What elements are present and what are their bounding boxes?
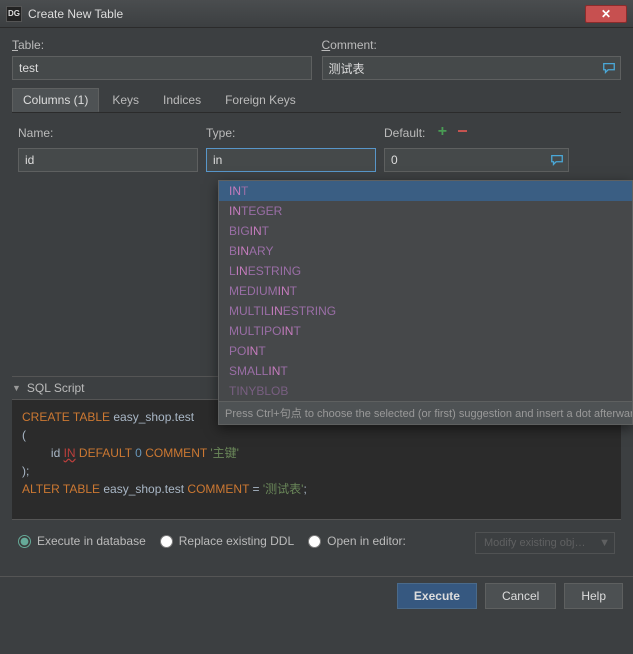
radio-open-editor[interactable]: Open in editor: <box>308 534 406 548</box>
col-default-header: Default: <box>384 126 425 140</box>
window-title: Create New Table <box>28 7 585 21</box>
ac-item[interactable]: SMALLINT <box>219 361 632 381</box>
col-name-header: Name: <box>18 126 198 140</box>
ac-item[interactable]: BIGINT <box>219 221 632 241</box>
ac-hint: Press Ctrl+句点 to choose the selected (or… <box>219 401 632 424</box>
radio-replace-ddl[interactable]: Replace existing DDL <box>160 534 294 548</box>
table-name-input[interactable] <box>12 56 312 80</box>
col-type-header: Type: <box>206 126 376 140</box>
default-bubble-icon[interactable] <box>548 151 566 169</box>
help-button[interactable]: Help <box>564 583 623 609</box>
collapse-triangle-icon: ▼ <box>12 383 21 393</box>
ac-item[interactable]: POINT <box>219 341 632 361</box>
ac-item[interactable]: MEDIUMINT <box>219 281 632 301</box>
tabstrip: Columns (1) Keys Indices Foreign Keys <box>12 88 621 113</box>
titlebar: DG Create New Table ✕ <box>0 0 633 28</box>
tab-foreign-keys[interactable]: Foreign Keys <box>214 88 307 112</box>
sql-script-label: SQL Script <box>27 381 85 395</box>
col-default-input[interactable] <box>384 148 569 172</box>
ac-item[interactable]: BINARY <box>219 241 632 261</box>
remove-column-button[interactable]: − <box>453 121 471 142</box>
execute-button[interactable]: Execute <box>397 583 477 609</box>
tab-keys[interactable]: Keys <box>101 88 150 112</box>
ac-item[interactable]: INTEGER <box>219 201 632 221</box>
tab-columns[interactable]: Columns (1) <box>12 88 99 112</box>
autocomplete-popup: INT INTEGER BIGINT BINARY LINESTRING MED… <box>218 180 633 425</box>
comment-input[interactable] <box>322 56 622 80</box>
add-column-button[interactable]: + <box>433 123 451 141</box>
ac-item[interactable]: MULTILINESTRING <box>219 301 632 321</box>
table-label: Table: <box>12 38 312 52</box>
comment-label: Comment: <box>322 38 622 52</box>
tab-indices[interactable]: Indices <box>152 88 212 112</box>
chevron-down-icon: ▼ <box>599 537 610 549</box>
close-button[interactable]: ✕ <box>585 5 627 23</box>
app-logo: DG <box>6 6 22 22</box>
radio-execute-db[interactable]: Execute in database <box>18 534 146 548</box>
col-type-input[interactable] <box>206 148 376 172</box>
ac-item[interactable]: INT <box>219 181 632 201</box>
ac-item[interactable]: LINESTRING <box>219 261 632 281</box>
comment-bubble-icon[interactable] <box>600 59 618 77</box>
modify-existing-select[interactable]: Modify existing obj… ▼ <box>475 532 615 554</box>
col-name-input[interactable] <box>18 148 198 172</box>
ac-item[interactable]: MULTIPOINT <box>219 321 632 341</box>
cancel-button[interactable]: Cancel <box>485 583 556 609</box>
ac-item[interactable]: TINYBLOB <box>219 381 632 401</box>
